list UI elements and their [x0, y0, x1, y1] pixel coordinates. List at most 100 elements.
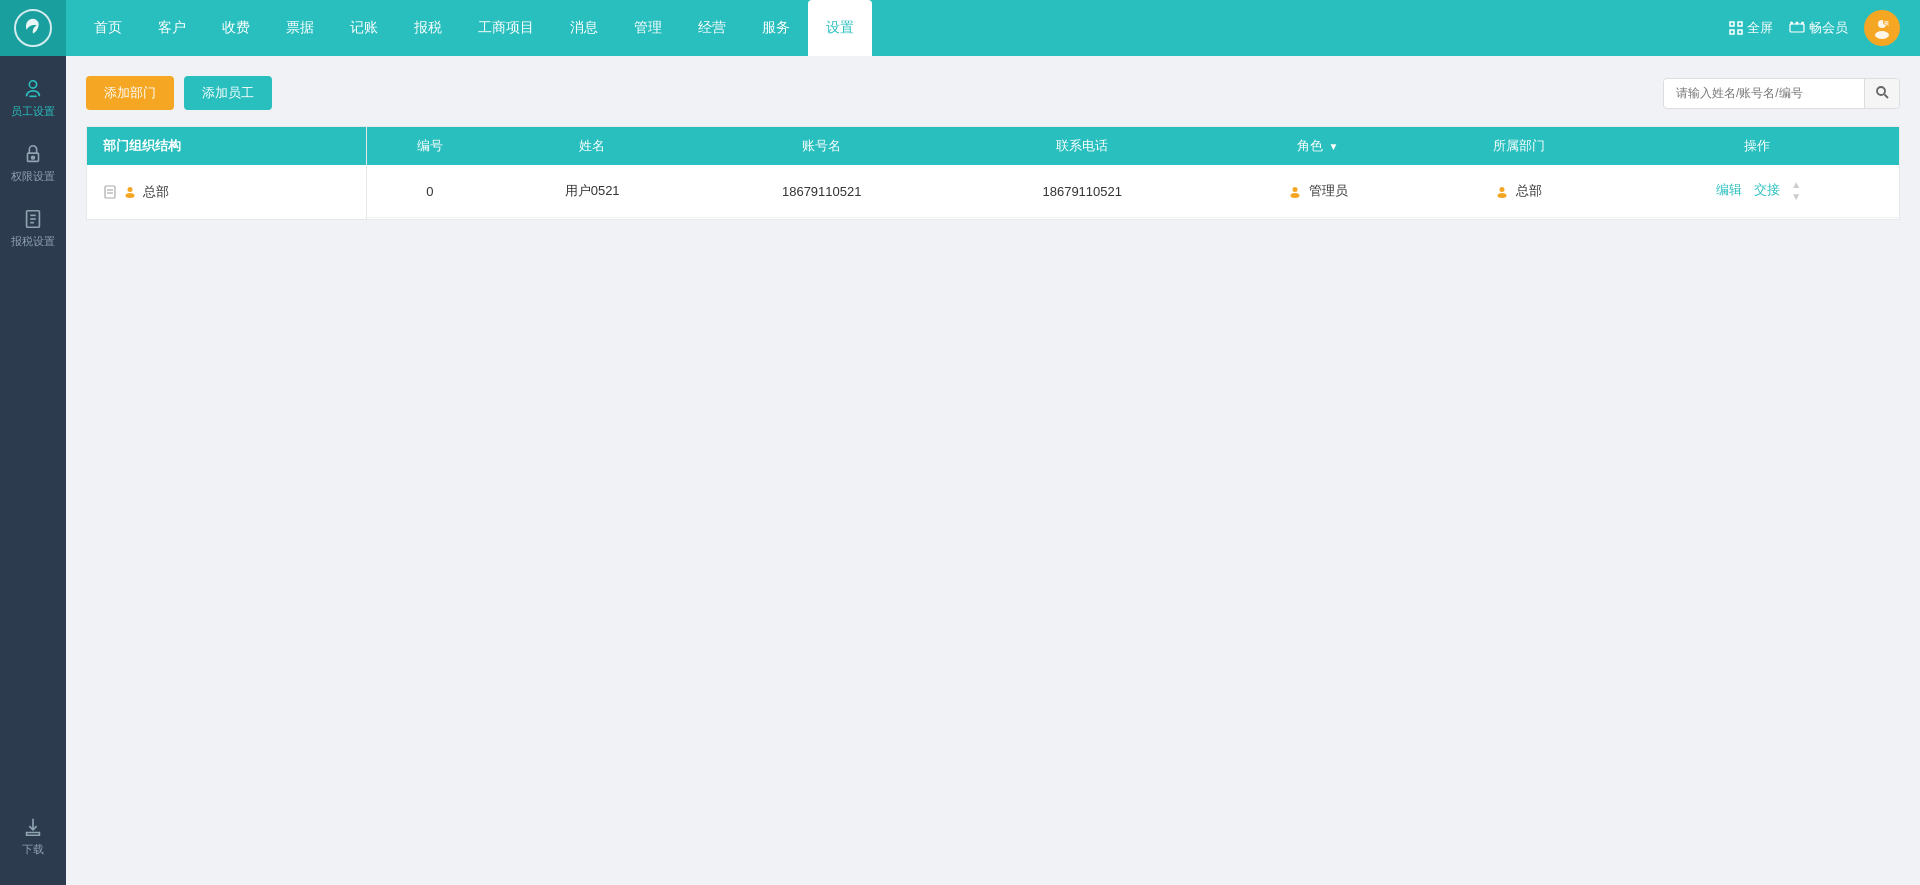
svg-rect-4 [1790, 24, 1804, 32]
row-scroll-arrows: ▲ ▼ [1791, 175, 1801, 207]
table-header: 编号 姓名 账号名 联系电话 角色 ▼ 所属部门 操作 [367, 127, 1899, 165]
fullscreen-label: 全屏 [1747, 19, 1773, 37]
content-area: 添加部门 添加员工 部门组织结构 [66, 56, 1920, 885]
nav-item-服务[interactable]: 服务 [744, 0, 808, 56]
vip-icon [1789, 21, 1805, 35]
cell-account: 18679110521 [691, 165, 952, 218]
vip-label: 畅会员 [1809, 19, 1848, 37]
nav-item-消息[interactable]: 消息 [552, 0, 616, 56]
table-row: 0 用户0521 18679110521 18679110521 管理员 [367, 165, 1899, 218]
transfer-link[interactable]: 交接 [1754, 182, 1780, 197]
sidebar: 员工设置 权限设置 报税设置 [0, 56, 66, 885]
add-dept-button[interactable]: 添加部门 [86, 76, 174, 110]
svg-point-27 [1290, 193, 1299, 198]
dept-tree-item-general[interactable]: 总部 [103, 177, 350, 207]
search-button[interactable] [1864, 79, 1899, 108]
permission-icon [22, 143, 44, 165]
employee-icon [22, 78, 44, 100]
file-icon [103, 185, 117, 199]
nav-items: 首页客户收费票据记账报税工商项目消息管理经营服务设置 [66, 0, 1729, 56]
svg-point-25 [126, 193, 135, 198]
nav-item-票据[interactable]: 票据 [268, 0, 332, 56]
dept-tree: 总部 [87, 165, 366, 219]
cell-role-label: 管理员 [1309, 183, 1348, 198]
user-tree-icon [123, 185, 137, 199]
svg-point-9 [1875, 31, 1889, 39]
logo[interactable] [0, 0, 66, 56]
dept-panel-header: 部门组织结构 [87, 127, 366, 165]
user-avatar[interactable]: 笑 [1864, 10, 1900, 46]
svg-rect-2 [1730, 30, 1734, 34]
cell-phone: 18679110521 [952, 165, 1213, 218]
col-action: 操作 [1614, 127, 1899, 165]
nav-item-客户[interactable]: 客户 [140, 0, 204, 56]
sidebar-item-download[interactable]: 下载 [0, 804, 66, 869]
nav-item-设置[interactable]: 设置 [808, 0, 872, 56]
scroll-down-arrow[interactable]: ▼ [1791, 191, 1801, 203]
cell-dept: 总部 [1423, 165, 1614, 218]
svg-point-6 [1790, 22, 1793, 25]
col-phone: 联系电话 [952, 127, 1213, 165]
tax-icon [22, 208, 44, 230]
col-account: 账号名 [691, 127, 952, 165]
svg-rect-21 [105, 186, 115, 198]
svg-point-24 [128, 187, 133, 192]
svg-point-5 [1796, 22, 1799, 25]
sidebar-employee-label: 员工设置 [11, 104, 55, 119]
dept-panel: 部门组织结构 总部 [87, 127, 367, 219]
scroll-up-arrow[interactable]: ▲ [1791, 179, 1801, 191]
table-body: 0 用户0521 18679110521 18679110521 管理员 [367, 165, 1899, 218]
svg-point-26 [1292, 187, 1297, 192]
svg-point-29 [1498, 193, 1507, 198]
dept-tree-item-label: 总部 [143, 183, 169, 201]
search-box [1663, 78, 1900, 109]
fullscreen-button[interactable]: 全屏 [1729, 19, 1773, 37]
top-navigation: 首页客户收费票据记账报税工商项目消息管理经营服务设置 全屏 畅会员 [0, 0, 1920, 56]
table-panel: 编号 姓名 账号名 联系电话 角色 ▼ 所属部门 操作 [367, 127, 1899, 219]
svg-point-28 [1500, 187, 1505, 192]
nav-right: 全屏 畅会员 笑 [1729, 10, 1920, 46]
employee-table: 编号 姓名 账号名 联系电话 角色 ▼ 所属部门 操作 [367, 127, 1899, 218]
svg-rect-3 [1738, 30, 1742, 34]
svg-point-19 [1877, 87, 1885, 95]
col-role: 角色 ▼ [1213, 127, 1423, 165]
svg-line-20 [1885, 94, 1889, 98]
nav-item-记账[interactable]: 记账 [332, 0, 396, 56]
col-name: 姓名 [493, 127, 692, 165]
nav-item-收费[interactable]: 收费 [204, 0, 268, 56]
sidebar-bottom: 下载 [0, 804, 66, 885]
nav-item-报税[interactable]: 报税 [396, 0, 460, 56]
dept-user-icon [1495, 185, 1509, 199]
svg-text:笑: 笑 [1884, 20, 1890, 26]
logo-icon [14, 9, 52, 47]
cell-dept-label: 总部 [1516, 183, 1542, 198]
sidebar-item-tax[interactable]: 报税设置 [0, 196, 66, 261]
col-dept: 所属部门 [1423, 127, 1614, 165]
col-id: 编号 [367, 127, 493, 165]
sidebar-permission-label: 权限设置 [11, 169, 55, 184]
sidebar-tax-label: 报税设置 [11, 234, 55, 249]
col-role-label: 角色 [1297, 138, 1323, 153]
vip-button[interactable]: 畅会员 [1789, 19, 1848, 37]
svg-rect-1 [1738, 22, 1742, 26]
panels: 部门组织结构 总部 [86, 126, 1900, 220]
add-emp-button[interactable]: 添加员工 [184, 76, 272, 110]
nav-item-经营[interactable]: 经营 [680, 0, 744, 56]
sidebar-item-employee[interactable]: 员工设置 [0, 66, 66, 131]
role-user-icon [1288, 185, 1302, 199]
sidebar-download-label: 下载 [22, 842, 44, 857]
svg-rect-0 [1730, 22, 1734, 26]
edit-link[interactable]: 编辑 [1716, 182, 1742, 197]
cell-name: 用户0521 [493, 165, 692, 218]
nav-item-首页[interactable]: 首页 [76, 0, 140, 56]
cell-id: 0 [367, 165, 493, 218]
sidebar-item-permission[interactable]: 权限设置 [0, 131, 66, 196]
nav-item-管理[interactable]: 管理 [616, 0, 680, 56]
fullscreen-icon [1729, 21, 1743, 35]
svg-point-7 [1801, 22, 1804, 25]
search-input[interactable] [1664, 80, 1864, 106]
role-filter-icon[interactable]: ▼ [1329, 141, 1339, 152]
nav-item-工商项目[interactable]: 工商项目 [460, 0, 552, 56]
search-icon [1875, 85, 1889, 99]
main-layout: 员工设置 权限设置 报税设置 [0, 56, 1920, 885]
